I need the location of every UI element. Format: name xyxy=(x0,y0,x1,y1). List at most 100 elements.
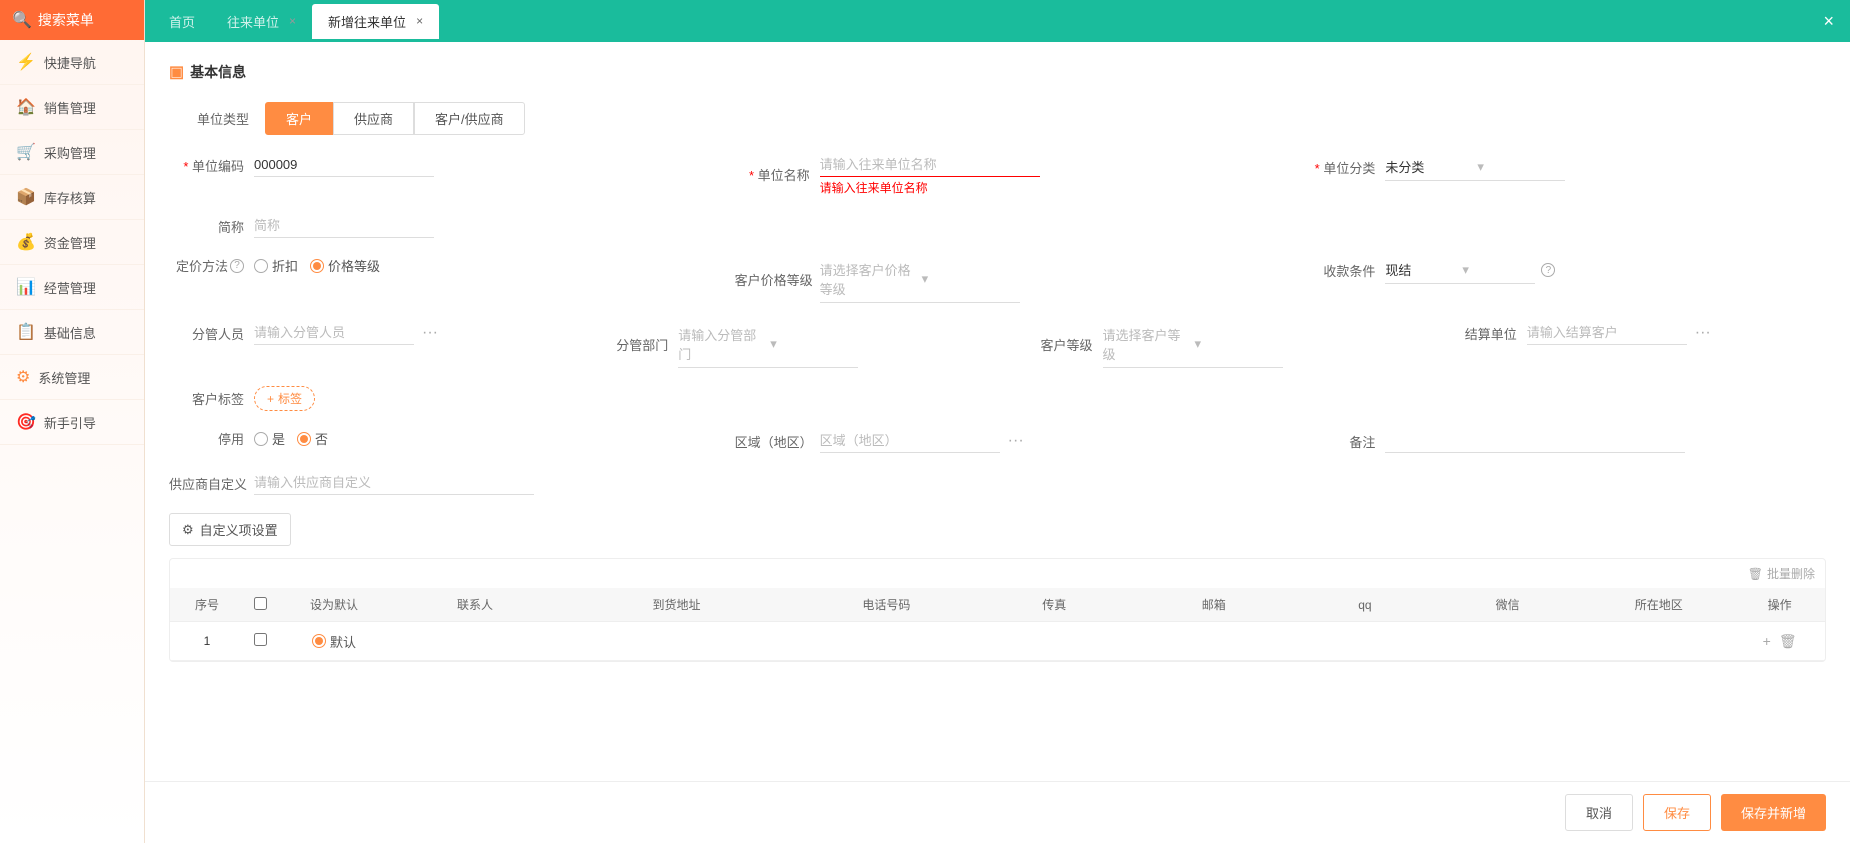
radio-level-circle xyxy=(310,259,324,273)
sidebar-item-sales[interactable]: 🏠 销售管理 xyxy=(0,85,144,130)
field-region: 区域（地区） ··· xyxy=(735,429,1261,453)
sidebar-item-basic-info[interactable]: 📋 基础信息 xyxy=(0,310,144,355)
row-phone[interactable] xyxy=(794,622,979,661)
sidebar-item-quick-nav[interactable]: ⚡ 快捷导航 xyxy=(0,40,144,85)
sidebar-item-new-guide[interactable]: 🎯 新手引导 xyxy=(0,400,144,445)
field-department: 分管部门 请输入分管部门 ▾ xyxy=(593,321,977,368)
payment-terms-help-icon[interactable]: ? xyxy=(1541,263,1555,277)
field-settlement-unit: 结算单位 ··· xyxy=(1442,321,1826,345)
sidebar-item-label: 采购管理 xyxy=(44,143,96,162)
row-default-radio[interactable]: 默认 xyxy=(287,632,381,651)
contact-table-section: 🗑 批量删除 序号 设为默认 联系人 到货地址 电话号码 传真 邮箱 qq xyxy=(169,558,1826,662)
tab-new-contact[interactable]: 新增往来单位 × xyxy=(312,4,439,39)
note-label: 备注 xyxy=(1300,432,1375,451)
col-checkbox xyxy=(244,588,277,622)
disabled-radio-no[interactable]: 否 xyxy=(297,429,328,448)
chevron-down-icon5: ▾ xyxy=(1195,336,1283,352)
wechat-input[interactable] xyxy=(1473,630,1543,652)
row-default: 默认 xyxy=(277,622,391,661)
col-actions: 操作 xyxy=(1734,588,1825,622)
operations-icon: 📊 xyxy=(16,277,36,297)
row-qq[interactable] xyxy=(1298,622,1432,661)
main-area: 首页 往来单位 × 新增往来单位 × × ▣ 基本信息 单位类型 客户 供应商 … xyxy=(145,0,1850,843)
pricing-radio-level[interactable]: 价格等级 xyxy=(310,256,380,275)
cancel-button[interactable]: 取消 xyxy=(1565,794,1633,831)
short-name-input[interactable] xyxy=(254,214,434,238)
field-unit-name: 单位名称 请输入往来单位名称 xyxy=(735,153,1261,196)
basic-info-icon: 📋 xyxy=(16,322,36,342)
pricing-radio-discount[interactable]: 折扣 xyxy=(254,256,298,275)
manager-more-icon[interactable]: ··· xyxy=(418,324,442,342)
row-contact[interactable] xyxy=(391,622,559,661)
location-input[interactable] xyxy=(1624,630,1694,652)
sidebar-item-inventory[interactable]: 📦 库存核算 xyxy=(0,175,144,220)
settlement-more-icon[interactable]: ··· xyxy=(1691,324,1715,342)
disabled-radio-yes[interactable]: 是 xyxy=(254,429,285,448)
region-input[interactable] xyxy=(820,429,1000,453)
sidebar-item-label: 新手引导 xyxy=(44,413,96,432)
add-tag-button[interactable]: + 标签 xyxy=(254,386,315,411)
col-qq: qq xyxy=(1298,588,1432,622)
unit-name-input[interactable] xyxy=(820,153,1040,177)
customer-level-label: 客户等级 xyxy=(1018,335,1093,354)
type-btn-supplier[interactable]: 供应商 xyxy=(333,102,414,135)
customer-level-select[interactable]: 请选择客户等级 ▾ xyxy=(1103,321,1283,368)
type-btn-both[interactable]: 客户/供应商 xyxy=(414,102,525,135)
row-location[interactable] xyxy=(1583,622,1734,661)
row-default-label: 默认 xyxy=(330,632,356,651)
row-address[interactable] xyxy=(559,622,794,661)
pricing-help-icon[interactable]: ? xyxy=(230,259,244,273)
row-short-name: 简称 xyxy=(169,214,1826,238)
supplier-custom-input[interactable] xyxy=(254,471,534,495)
row-actions: + 🗑 xyxy=(1734,622,1825,661)
fax-input[interactable] xyxy=(1019,630,1089,652)
save-new-button[interactable]: 保存并新增 xyxy=(1721,794,1826,831)
note-input[interactable] xyxy=(1385,429,1685,453)
email-input[interactable] xyxy=(1174,630,1254,652)
unit-category-value: 未分类 xyxy=(1385,157,1473,176)
row-delete-icon[interactable]: 🗑 xyxy=(1779,633,1797,650)
type-btn-customer[interactable]: 客户 xyxy=(265,102,333,135)
radio-no-circle xyxy=(297,432,311,446)
tab-new-contact-close-icon[interactable]: × xyxy=(416,14,423,28)
contact-input[interactable] xyxy=(435,630,515,652)
phone-input[interactable] xyxy=(841,630,931,652)
sidebar-item-operations[interactable]: 📊 经营管理 xyxy=(0,265,144,310)
disabled-radio-group: 是 否 xyxy=(254,429,328,448)
qq-input[interactable] xyxy=(1335,630,1395,652)
sidebar-item-finance[interactable]: 💰 资金管理 xyxy=(0,220,144,265)
search-icon: 🔍 xyxy=(12,10,32,30)
address-input[interactable] xyxy=(617,630,737,652)
tab-home-label: 首页 xyxy=(169,12,195,31)
row-checkbox[interactable] xyxy=(254,633,267,646)
manager-input[interactable] xyxy=(254,321,414,345)
tab-contacts[interactable]: 往来单位 × xyxy=(211,4,312,39)
window-close-icon[interactable]: × xyxy=(1815,7,1842,36)
tab-contacts-close-icon[interactable]: × xyxy=(289,14,296,28)
row-add-icon[interactable]: + xyxy=(1763,633,1771,649)
save-button[interactable]: 保存 xyxy=(1643,794,1711,831)
region-more-icon[interactable]: ··· xyxy=(1004,432,1028,450)
section-title: ▣ 基本信息 xyxy=(169,62,1826,82)
form-container: ▣ 基本信息 单位类型 客户 供应商 客户/供应商 单位编码 单位名称 请输入往… xyxy=(145,42,1850,781)
sidebar-item-label: 基础信息 xyxy=(44,323,96,342)
settlement-unit-input[interactable] xyxy=(1527,321,1687,345)
chevron-down-icon2: ▾ xyxy=(922,271,1020,287)
payment-terms-select[interactable]: 现结 ▾ xyxy=(1385,256,1535,284)
select-all-checkbox[interactable] xyxy=(254,597,267,610)
tab-home[interactable]: 首页 xyxy=(153,4,211,39)
row-fax[interactable] xyxy=(979,622,1130,661)
sidebar-item-purchase[interactable]: 🛒 采购管理 xyxy=(0,130,144,175)
department-select[interactable]: 请输入分管部门 ▾ xyxy=(678,321,858,368)
custom-settings-button[interactable]: ⚙ 自定义项设置 xyxy=(169,513,291,546)
department-placeholder: 请输入分管部门 xyxy=(678,325,766,363)
chevron-down-icon4: ▾ xyxy=(770,336,858,352)
search-menu-button[interactable]: 🔍 搜索菜单 xyxy=(0,0,144,40)
row-email[interactable] xyxy=(1130,622,1298,661)
customer-price-level-select[interactable]: 请选择客户价格等级 ▾ xyxy=(820,256,1020,303)
unit-category-select[interactable]: 未分类 ▾ xyxy=(1385,153,1565,181)
section-title-icon: ▣ xyxy=(169,62,184,82)
row-wechat[interactable] xyxy=(1432,622,1583,661)
unit-code-input[interactable] xyxy=(254,153,434,177)
sidebar-item-system[interactable]: ⚙ 系统管理 xyxy=(0,355,144,400)
